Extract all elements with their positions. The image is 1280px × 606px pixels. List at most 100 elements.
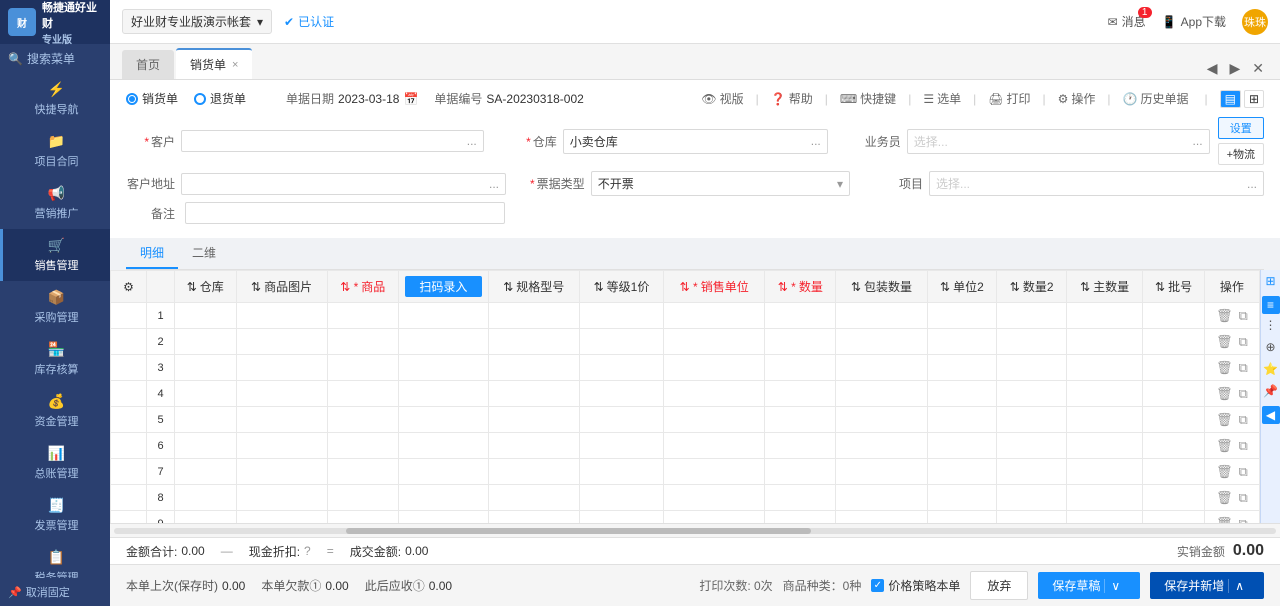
row-warehouse[interactable] [175, 381, 237, 407]
row-quick-input[interactable] [398, 381, 488, 407]
row-unit2[interactable] [927, 433, 997, 459]
row-image[interactable] [236, 511, 327, 524]
row-pack-qty[interactable] [836, 303, 927, 329]
row-batch[interactable] [1143, 407, 1205, 433]
row-unit2[interactable] [927, 485, 997, 511]
row-product[interactable] [327, 303, 398, 329]
row-pack-qty[interactable] [836, 381, 927, 407]
row-copy-icon[interactable]: ⧉ [1239, 334, 1248, 350]
row-main-qty[interactable] [1067, 485, 1143, 511]
table-row[interactable]: 2 🗑 ⧉ [111, 329, 1260, 355]
sidebar-item-quicknav[interactable]: ⚡ 快捷导航 [0, 73, 110, 125]
address-dots-btn[interactable]: ... [489, 177, 499, 191]
row-image[interactable] [236, 329, 327, 355]
row-quantity[interactable] [765, 485, 836, 511]
row-pack-qty[interactable] [836, 433, 927, 459]
bill-no-value[interactable]: SA-20230318-002 [486, 92, 583, 106]
row-warehouse[interactable] [175, 355, 237, 381]
app-download-btn[interactable]: 📱 App下载 [1162, 13, 1226, 30]
row-image[interactable] [236, 381, 327, 407]
row-batch[interactable] [1143, 303, 1205, 329]
row-batch[interactable] [1143, 511, 1205, 524]
user-avatar[interactable]: 珠珠 [1242, 9, 1268, 35]
row-unit2[interactable] [927, 511, 997, 524]
row-unit2[interactable] [927, 407, 997, 433]
grid-view-btn[interactable]: ⊞ [1244, 90, 1264, 108]
row-image[interactable] [236, 303, 327, 329]
customer-dots-btn[interactable]: ... [467, 134, 477, 148]
row-image[interactable] [236, 407, 327, 433]
sidebar-item-tax[interactable]: 📋 税务管理 [0, 541, 110, 578]
row-copy-icon[interactable]: ⧉ [1239, 308, 1248, 324]
row-sale-unit[interactable] [664, 433, 765, 459]
row-qty2[interactable] [997, 459, 1067, 485]
row-product[interactable] [327, 355, 398, 381]
row-product[interactable] [327, 433, 398, 459]
row-delete-icon[interactable]: 🗑 [1216, 360, 1233, 376]
row-delete-icon[interactable]: 🗑 [1216, 516, 1233, 524]
sidebar-search[interactable]: 🔍 首页 搜索菜单 [0, 44, 110, 73]
row-qty2[interactable] [997, 303, 1067, 329]
invoice-select[interactable]: 不开票 ▾ [591, 171, 850, 196]
row-image[interactable] [236, 355, 327, 381]
right-panel-icon-3[interactable]: ⋮ [1262, 318, 1280, 336]
row-main-qty[interactable] [1067, 459, 1143, 485]
row-spec[interactable] [488, 329, 579, 355]
row-warehouse[interactable] [175, 303, 237, 329]
print-btn[interactable]: 🖨 打印 [984, 88, 1034, 109]
row-unit2[interactable] [927, 381, 997, 407]
row-main-qty[interactable] [1067, 381, 1143, 407]
save-new-btn[interactable]: 保存并新增 ∧ [1150, 572, 1264, 599]
discount-help-icon[interactable]: ? [304, 544, 311, 558]
row-price1[interactable] [579, 511, 663, 524]
tab-next-btn[interactable]: ▶ [1225, 58, 1244, 79]
row-delete-icon[interactable]: 🗑 [1216, 386, 1233, 402]
row-price1[interactable] [579, 485, 663, 511]
row-quick-input[interactable] [398, 329, 488, 355]
detail-tab-list[interactable]: 明细 [126, 238, 178, 269]
view-btn[interactable]: 👁 视版 [697, 88, 747, 109]
table-row[interactable]: 6 🗑 ⧉ [111, 433, 1260, 459]
right-panel-icon-1[interactable]: ⊞ [1262, 274, 1280, 292]
row-qty2[interactable] [997, 511, 1067, 524]
row-batch[interactable] [1143, 459, 1205, 485]
row-spec[interactable] [488, 355, 579, 381]
row-price1[interactable] [579, 329, 663, 355]
sidebar-bottom[interactable]: 📌 取消固定 [0, 578, 110, 606]
save-draft-arrow[interactable]: ∨ [1104, 579, 1126, 593]
sidebar-item-inventory[interactable]: 🏪 库存核算 [0, 333, 110, 385]
row-delete-icon[interactable]: 🗑 [1216, 464, 1233, 480]
row-delete-icon[interactable]: 🗑 [1216, 308, 1233, 324]
table-row[interactable]: 3 🗑 ⧉ [111, 355, 1260, 381]
sidebar-item-invoice[interactable]: 🧾 发票管理 [0, 489, 110, 541]
row-image[interactable] [236, 485, 327, 511]
row-qty2[interactable] [997, 381, 1067, 407]
tab-home[interactable]: 首页 [122, 50, 174, 79]
right-panel-icon-4[interactable]: ⊕ [1262, 340, 1280, 358]
radio-return[interactable]: 退货单 [194, 90, 246, 107]
sidebar-item-projects[interactable]: 📁 项目合同 [0, 125, 110, 177]
row-price1[interactable] [579, 459, 663, 485]
row-price1[interactable] [579, 433, 663, 459]
row-batch[interactable] [1143, 329, 1205, 355]
row-warehouse[interactable] [175, 433, 237, 459]
row-pack-qty[interactable] [836, 485, 927, 511]
row-sale-unit[interactable] [664, 381, 765, 407]
row-product[interactable] [327, 485, 398, 511]
remark-input[interactable] [185, 202, 505, 224]
row-copy-icon[interactable]: ⧉ [1239, 490, 1248, 506]
row-copy-icon[interactable]: ⧉ [1239, 412, 1248, 428]
row-price1[interactable] [579, 355, 663, 381]
row-main-qty[interactable] [1067, 303, 1143, 329]
row-copy-icon[interactable]: ⧉ [1239, 438, 1248, 454]
discard-btn[interactable]: 放弃 [970, 571, 1028, 600]
row-quick-input[interactable] [398, 459, 488, 485]
company-selector[interactable]: 好业财专业版演示帐套 ▾ [122, 9, 272, 34]
row-qty2[interactable] [997, 355, 1067, 381]
row-product[interactable] [327, 407, 398, 433]
row-delete-icon[interactable]: 🗑 [1216, 490, 1233, 506]
row-image[interactable] [236, 459, 327, 485]
row-warehouse[interactable] [175, 459, 237, 485]
project-input[interactable]: 选择... ... [929, 171, 1264, 196]
row-product[interactable] [327, 459, 398, 485]
